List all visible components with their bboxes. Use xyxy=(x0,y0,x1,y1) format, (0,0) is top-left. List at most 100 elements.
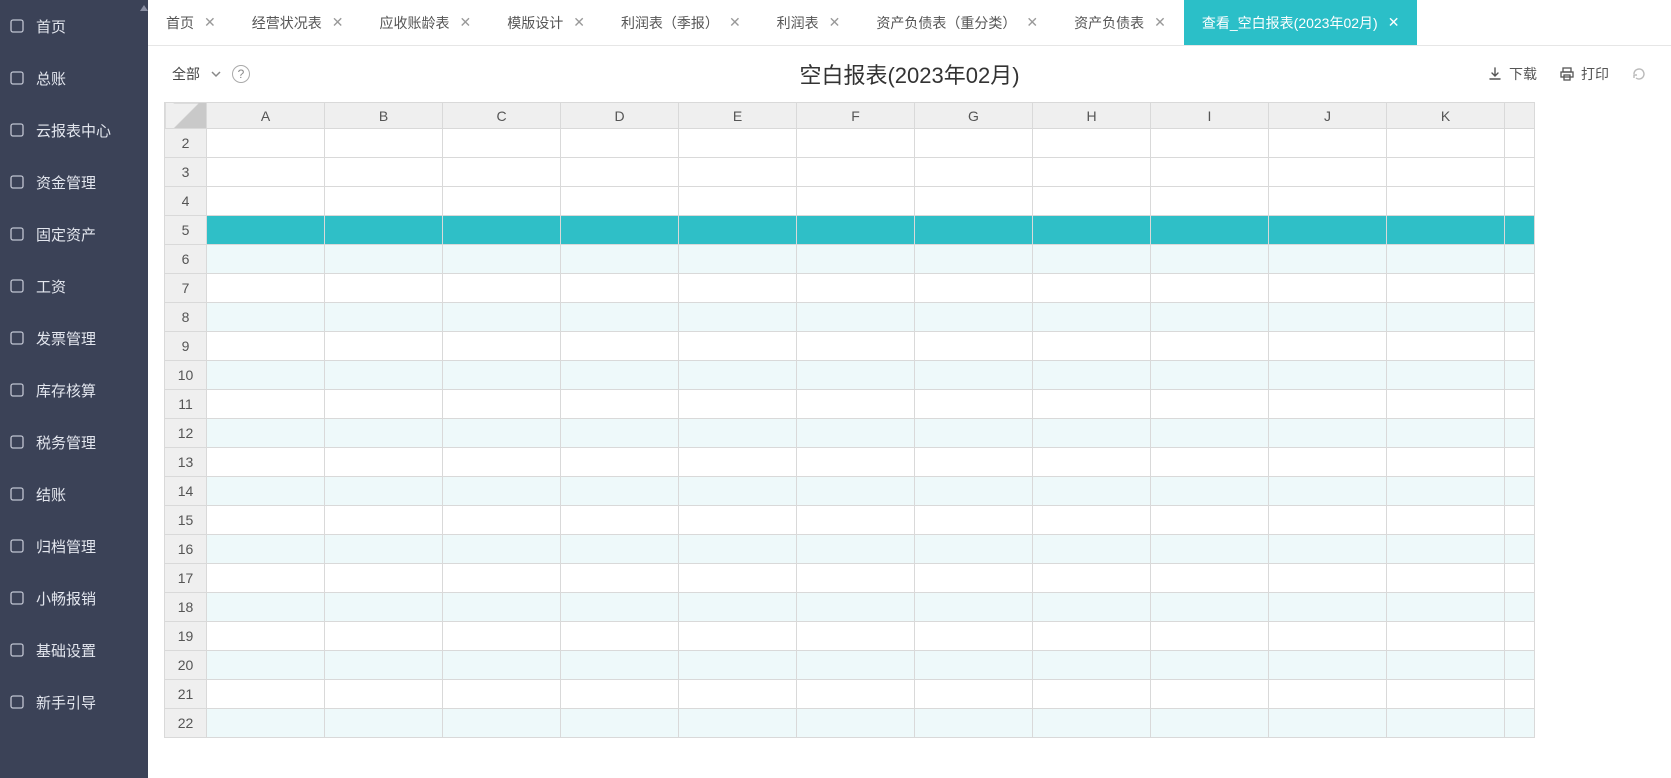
cell-J10[interactable] xyxy=(1269,361,1387,390)
row-header-13[interactable]: 13 xyxy=(165,448,207,477)
cell-D15[interactable] xyxy=(561,506,679,535)
cell-extra-12[interactable] xyxy=(1505,419,1535,448)
sheet-corner[interactable] xyxy=(165,103,207,129)
cell-G4[interactable] xyxy=(915,187,1033,216)
cell-I10[interactable] xyxy=(1151,361,1269,390)
cell-extra-22[interactable] xyxy=(1505,709,1535,738)
cell-I14[interactable] xyxy=(1151,477,1269,506)
sidebar-item-4[interactable]: 固定资产 xyxy=(0,208,148,260)
cell-extra-4[interactable] xyxy=(1505,187,1535,216)
cell-K2[interactable] xyxy=(1387,129,1505,158)
cell-K3[interactable] xyxy=(1387,158,1505,187)
cell-J4[interactable] xyxy=(1269,187,1387,216)
cell-J6[interactable] xyxy=(1269,245,1387,274)
row-header-17[interactable]: 17 xyxy=(165,564,207,593)
cell-E15[interactable] xyxy=(679,506,797,535)
cell-G22[interactable] xyxy=(915,709,1033,738)
cell-F6[interactable] xyxy=(797,245,915,274)
row-header-15[interactable]: 15 xyxy=(165,506,207,535)
row-header-9[interactable]: 9 xyxy=(165,332,207,361)
cell-J11[interactable] xyxy=(1269,390,1387,419)
cell-C3[interactable] xyxy=(443,158,561,187)
cell-E18[interactable] xyxy=(679,593,797,622)
cell-G10[interactable] xyxy=(915,361,1033,390)
cell-K14[interactable] xyxy=(1387,477,1505,506)
cell-D18[interactable] xyxy=(561,593,679,622)
cell-B5[interactable] xyxy=(325,216,443,245)
cell-C2[interactable] xyxy=(443,129,561,158)
cell-A3[interactable] xyxy=(207,158,325,187)
cell-K5[interactable] xyxy=(1387,216,1505,245)
cell-F9[interactable] xyxy=(797,332,915,361)
row-header-2[interactable]: 2 xyxy=(165,129,207,158)
cell-extra-8[interactable] xyxy=(1505,303,1535,332)
cell-B7[interactable] xyxy=(325,274,443,303)
cell-C22[interactable] xyxy=(443,709,561,738)
cell-B9[interactable] xyxy=(325,332,443,361)
cell-A21[interactable] xyxy=(207,680,325,709)
cell-A13[interactable] xyxy=(207,448,325,477)
cell-E2[interactable] xyxy=(679,129,797,158)
col-header-G[interactable]: G xyxy=(915,103,1033,129)
cell-B17[interactable] xyxy=(325,564,443,593)
cell-H9[interactable] xyxy=(1033,332,1151,361)
cell-G16[interactable] xyxy=(915,535,1033,564)
cell-K7[interactable] xyxy=(1387,274,1505,303)
cell-G3[interactable] xyxy=(915,158,1033,187)
cell-D16[interactable] xyxy=(561,535,679,564)
row-header-14[interactable]: 14 xyxy=(165,477,207,506)
cell-I20[interactable] xyxy=(1151,651,1269,680)
cell-C6[interactable] xyxy=(443,245,561,274)
close-icon[interactable]: ✕ xyxy=(204,14,216,31)
cell-A18[interactable] xyxy=(207,593,325,622)
close-icon[interactable]: ✕ xyxy=(1388,14,1400,31)
row-header-12[interactable]: 12 xyxy=(165,419,207,448)
cell-E16[interactable] xyxy=(679,535,797,564)
cell-E10[interactable] xyxy=(679,361,797,390)
cell-F11[interactable] xyxy=(797,390,915,419)
col-header-I[interactable]: I xyxy=(1151,103,1269,129)
cell-extra-19[interactable] xyxy=(1505,622,1535,651)
row-header-18[interactable]: 18 xyxy=(165,593,207,622)
col-header-F[interactable]: F xyxy=(797,103,915,129)
cell-A12[interactable] xyxy=(207,419,325,448)
sidebar-item-13[interactable]: 新手引导 xyxy=(0,676,148,728)
cell-C11[interactable] xyxy=(443,390,561,419)
cell-F12[interactable] xyxy=(797,419,915,448)
cell-D20[interactable] xyxy=(561,651,679,680)
cell-J8[interactable] xyxy=(1269,303,1387,332)
cell-D9[interactable] xyxy=(561,332,679,361)
cell-I22[interactable] xyxy=(1151,709,1269,738)
cell-A7[interactable] xyxy=(207,274,325,303)
cell-I6[interactable] xyxy=(1151,245,1269,274)
cell-B14[interactable] xyxy=(325,477,443,506)
cell-B16[interactable] xyxy=(325,535,443,564)
cell-A22[interactable] xyxy=(207,709,325,738)
tab-4[interactable]: 利润表（季报）✕ xyxy=(603,0,759,45)
cell-G11[interactable] xyxy=(915,390,1033,419)
cell-K21[interactable] xyxy=(1387,680,1505,709)
cell-extra-13[interactable] xyxy=(1505,448,1535,477)
cell-I4[interactable] xyxy=(1151,187,1269,216)
row-header-20[interactable]: 20 xyxy=(165,651,207,680)
cell-J17[interactable] xyxy=(1269,564,1387,593)
download-button[interactable]: 下载 xyxy=(1487,64,1537,84)
row-header-6[interactable]: 6 xyxy=(165,245,207,274)
col-header-A[interactable]: A xyxy=(207,103,325,129)
cell-D10[interactable] xyxy=(561,361,679,390)
cell-G18[interactable] xyxy=(915,593,1033,622)
tab-2[interactable]: 应收账龄表✕ xyxy=(361,0,489,45)
row-header-19[interactable]: 19 xyxy=(165,622,207,651)
cell-D13[interactable] xyxy=(561,448,679,477)
cell-E13[interactable] xyxy=(679,448,797,477)
cell-I21[interactable] xyxy=(1151,680,1269,709)
cell-G5[interactable] xyxy=(915,216,1033,245)
cell-E14[interactable] xyxy=(679,477,797,506)
cell-F14[interactable] xyxy=(797,477,915,506)
cell-A5[interactable] xyxy=(207,216,325,245)
cell-C10[interactable] xyxy=(443,361,561,390)
row-header-16[interactable]: 16 xyxy=(165,535,207,564)
cell-G9[interactable] xyxy=(915,332,1033,361)
close-icon[interactable]: ✕ xyxy=(1154,14,1166,31)
cell-I16[interactable] xyxy=(1151,535,1269,564)
